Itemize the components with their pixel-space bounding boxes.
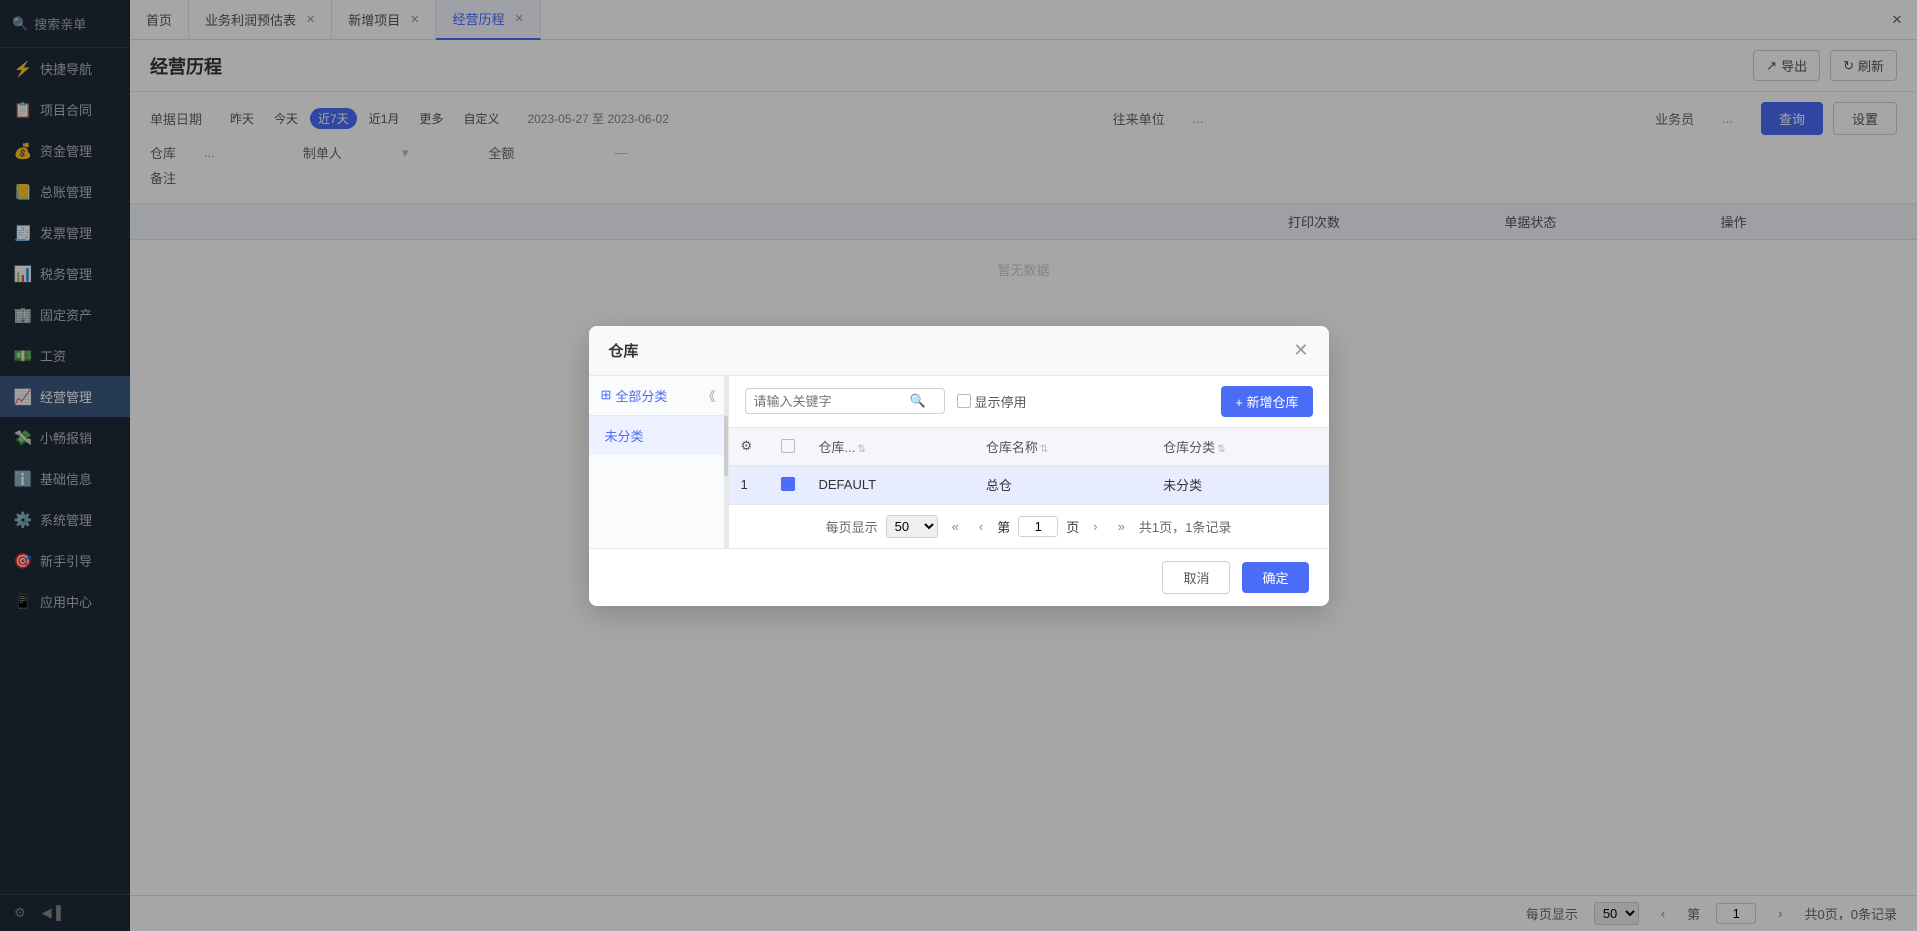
category-label: 未分类 bbox=[605, 429, 644, 444]
dialog-overlay: 仓库 ✕ ⊞ 全部分类 《 未分类 bbox=[0, 0, 1917, 931]
show-disabled-option[interactable]: 显示停用 bbox=[957, 392, 1027, 411]
page-input[interactable] bbox=[1018, 516, 1058, 537]
table-container: ⚙ 仓库...⇅ 仓库名称⇅ 仓库分类⇅ 1 bbox=[729, 428, 1329, 504]
all-category-btn[interactable]: ⊞ 全部分类 bbox=[601, 386, 668, 405]
col-gear: ⚙ bbox=[729, 428, 769, 466]
search-input[interactable] bbox=[754, 394, 904, 409]
show-disabled-checkbox[interactable] bbox=[957, 394, 971, 408]
page-unit: 页 bbox=[1066, 517, 1079, 536]
dialog-footer: 取消 确定 bbox=[589, 548, 1329, 606]
page-label: 第 bbox=[997, 517, 1010, 536]
confirm-button[interactable]: 确定 bbox=[1242, 562, 1308, 593]
dialog-close-button[interactable]: ✕ bbox=[1293, 340, 1308, 361]
row-checkbox[interactable] bbox=[781, 477, 795, 491]
per-page-select[interactable]: 50 10 20 100 bbox=[886, 515, 938, 538]
select-all-checkbox[interactable] bbox=[781, 439, 795, 453]
table-row[interactable]: 1 DEFAULT 总仓 未分类 bbox=[729, 465, 1329, 503]
per-page-label: 每页显示 bbox=[826, 517, 878, 536]
total-info: 共1页，1条记录 bbox=[1139, 517, 1231, 536]
left-panel-scrollbar bbox=[724, 376, 728, 548]
prev-page-btn[interactable]: ‹ bbox=[973, 517, 989, 536]
dialog-title: 仓库 bbox=[609, 340, 639, 361]
category-item-unclassified[interactable]: 未分类 bbox=[589, 416, 728, 455]
add-label: + 新增仓库 bbox=[1235, 392, 1298, 411]
col-name: 仓库名称⇅ bbox=[974, 428, 1151, 466]
col-category: 仓库分类⇅ bbox=[1151, 428, 1328, 466]
col-code: 仓库...⇅ bbox=[807, 428, 974, 466]
left-panel-header: ⊞ 全部分类 《 bbox=[589, 376, 728, 416]
scrollbar-thumb bbox=[724, 416, 728, 476]
row-code: DEFAULT bbox=[807, 465, 974, 503]
dialog-body: ⊞ 全部分类 《 未分类 bbox=[589, 376, 1329, 548]
row-name: 总仓 bbox=[974, 465, 1151, 503]
dialog-pagination: 每页显示 50 10 20 100 « ‹ 第 页 › » 共1页，1条记录 bbox=[729, 504, 1329, 548]
cancel-button[interactable]: 取消 bbox=[1162, 561, 1230, 594]
grid-icon: ⊞ bbox=[601, 387, 612, 403]
collapse-button[interactable]: 《 bbox=[702, 386, 715, 405]
table-body: 1 DEFAULT 总仓 未分类 bbox=[729, 465, 1329, 503]
row-category: 未分类 bbox=[1151, 465, 1328, 503]
show-disabled-label: 显示停用 bbox=[975, 392, 1027, 411]
add-warehouse-button[interactable]: + 新增仓库 bbox=[1221, 386, 1312, 417]
dialog-right-panel: 🔍 显示停用 + 新增仓库 bbox=[729, 376, 1329, 548]
next-page-btn[interactable]: › bbox=[1087, 517, 1103, 536]
warehouse-table: ⚙ 仓库...⇅ 仓库名称⇅ 仓库分类⇅ 1 bbox=[729, 428, 1329, 504]
search-box[interactable]: 🔍 bbox=[745, 388, 945, 414]
all-category-label: 全部分类 bbox=[615, 386, 667, 405]
last-page-btn[interactable]: » bbox=[1112, 517, 1131, 536]
table-header-row: ⚙ 仓库...⇅ 仓库名称⇅ 仓库分类⇅ bbox=[729, 428, 1329, 466]
col-checkbox bbox=[769, 428, 807, 466]
dialog-header: 仓库 ✕ bbox=[589, 326, 1329, 376]
table-head: ⚙ 仓库...⇅ 仓库名称⇅ 仓库分类⇅ bbox=[729, 428, 1329, 466]
dialog-left-panel: ⊞ 全部分类 《 未分类 bbox=[589, 376, 729, 548]
row-index: 1 bbox=[729, 465, 769, 503]
search-icon: 🔍 bbox=[910, 393, 926, 409]
toolbar-left: 🔍 显示停用 bbox=[745, 388, 1027, 414]
warehouse-dialog: 仓库 ✕ ⊞ 全部分类 《 未分类 bbox=[589, 326, 1329, 606]
right-panel-toolbar: 🔍 显示停用 + 新增仓库 bbox=[729, 376, 1329, 428]
row-checkbox-cell[interactable] bbox=[769, 465, 807, 503]
first-page-btn[interactable]: « bbox=[946, 517, 965, 536]
